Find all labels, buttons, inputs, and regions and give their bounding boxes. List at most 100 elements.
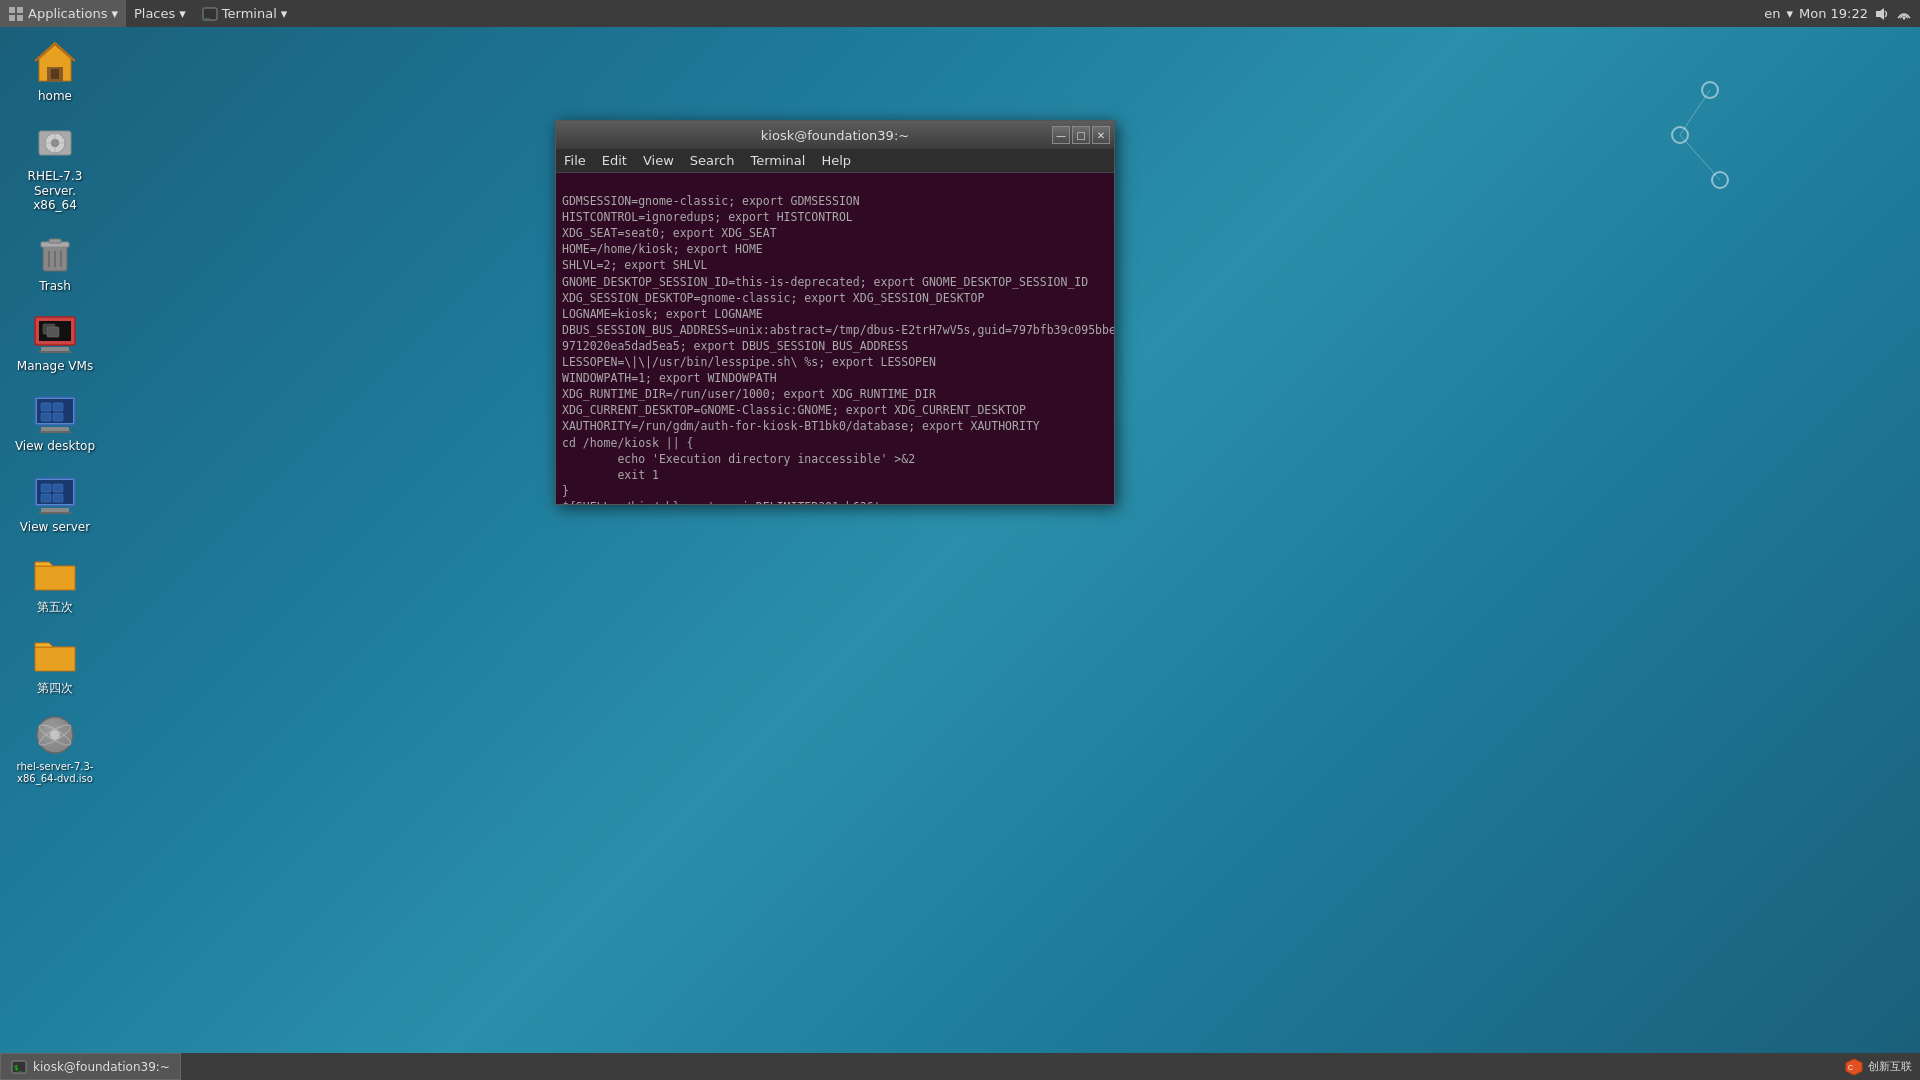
terminal-line-7: XDG_SESSION_DESKTOP=gnome-classic; expor… (562, 291, 984, 305)
svg-point-52 (37, 717, 73, 753)
svg-rect-39 (53, 413, 63, 421)
svg-text:C: C (1848, 1064, 1853, 1071)
fifth-folder-label: 第五次 (37, 600, 73, 614)
rhel-server-icon-label: RHEL-7.3 Server.x86_64 (14, 169, 96, 212)
network-icon[interactable] (1896, 6, 1912, 22)
svg-rect-46 (41, 494, 51, 502)
svg-rect-6 (17, 7, 23, 13)
terminal-line-4: HOME=/home/kiosk; export HOME (562, 242, 763, 256)
svg-rect-14 (51, 69, 59, 79)
rhel-iso-icon-label: rhel-server-7.3-x86_64-dvd.iso (17, 761, 94, 785)
svg-rect-28 (41, 347, 69, 351)
taskbar-terminal-item[interactable]: $_ kiosk@foundation39:~ (0, 1053, 181, 1080)
terminal-window: kiosk@foundation39:~ — □ ✕ File Edit Vie… (555, 120, 1115, 505)
taskbar-terminal-label: kiosk@foundation39:~ (33, 1060, 170, 1074)
applications-label: Applications (28, 6, 107, 21)
fourth-folder-label: 第四次 (37, 681, 73, 695)
svg-rect-5 (9, 7, 15, 13)
svg-rect-8 (17, 15, 23, 21)
svg-rect-38 (41, 413, 51, 421)
terminal-icon: _ (202, 6, 218, 22)
svg-rect-47 (53, 494, 63, 502)
terminal-window-title: kiosk@foundation39:~ (761, 128, 909, 143)
home-icon-img (31, 39, 79, 87)
desktop-icon-home[interactable]: home (10, 35, 100, 107)
close-button[interactable]: ✕ (1092, 126, 1110, 144)
terminal-line-19: } (562, 484, 569, 498)
brand-text: 创新互联 (1868, 1059, 1912, 1074)
svg-rect-22 (49, 239, 61, 243)
terminal-line-8: LOGNAME=kiosk; export LOGNAME (562, 307, 763, 321)
terminal-line-11: LESSOPEN=\|\|/usr/bin/lesspipe.sh\ %s; e… (562, 355, 936, 369)
desktop-icon-fourth[interactable]: 第四次 (10, 627, 100, 699)
terminal-line-12: WINDOWPATH=1; export WINDOWPATH (562, 371, 777, 385)
terminal-file-menu[interactable]: File (556, 149, 594, 172)
panel-right: en ▾ Mon 19:22 (1764, 6, 1920, 22)
view-desktop-icon-img (31, 389, 79, 437)
terminal-line-5: SHLVL=2; export SHLVL (562, 258, 707, 272)
desktop-icon-manage-vms[interactable]: Manage VMs (10, 305, 100, 377)
trash-icon-label: Trash (39, 279, 71, 293)
top-panel: Applications ▾ Places ▾ _ Terminal ▾ en … (0, 0, 1920, 27)
terminal-view-menu[interactable]: View (635, 149, 682, 172)
terminal-menubar: File Edit View Search Terminal Help (556, 149, 1114, 173)
taskbar: $_ kiosk@foundation39:~ C 创新互联 (0, 1053, 1920, 1080)
applications-menu[interactable]: Applications ▾ (0, 0, 126, 27)
terminal-output[interactable]: GDMSESSION=gnome-classic; export GDMSESS… (556, 173, 1114, 504)
terminal-line-1: GDMSESSION=gnome-classic; export GDMSESS… (562, 194, 860, 208)
svg-rect-7 (9, 15, 15, 21)
places-label: Places (134, 6, 175, 21)
desktop-icon-fifth[interactable]: 第五次 (10, 546, 100, 618)
taskbar-terminal-icon: $_ (11, 1059, 27, 1075)
brand-icon: C (1844, 1057, 1864, 1077)
svg-rect-29 (39, 351, 71, 353)
terminal-line-15: XAUTHORITY=/run/gdm/auth-for-kiosk-BT1bk… (562, 419, 1040, 433)
terminal-line-10: 9712020ea5dad5ea5; export DBUS_SESSION_B… (562, 339, 908, 353)
desktop-icon-rhel-iso[interactable]: rhel-server-7.3-x86_64-dvd.iso (10, 707, 100, 789)
language-indicator[interactable]: en (1764, 6, 1780, 21)
svg-rect-37 (53, 403, 63, 411)
fifth-folder-icon-img (31, 550, 79, 598)
terminal-line-2: HISTCONTROL=ignoredups; export HISTCONTR… (562, 210, 853, 224)
terminal-window-controls: — □ ✕ (1052, 126, 1110, 144)
manage-vms-icon-label: Manage VMs (17, 359, 93, 373)
view-server-icon-label: View server (20, 520, 90, 534)
svg-text:$_: $_ (14, 1064, 23, 1072)
terminal-line-16: cd /home/kiosk || { (562, 436, 694, 450)
terminal-help-menu[interactable]: Help (813, 149, 859, 172)
applications-arrow: ▾ (111, 6, 118, 21)
desktop-icons-area: home RHEL-7.3 Server.x86_64 (10, 35, 100, 789)
svg-text:_: _ (205, 10, 210, 19)
desktop-icon-view-server[interactable]: View server (10, 466, 100, 538)
trash-icon-img (31, 229, 79, 277)
brand-logo: C 创新互联 (1844, 1057, 1912, 1077)
terminal-line-14: XDG_CURRENT_DESKTOP=GNOME-Classic:GNOME;… (562, 403, 1026, 417)
terminal-arrow: ▾ (281, 6, 288, 21)
svg-rect-36 (41, 403, 51, 411)
terminal-line-6: GNOME_DESKTOP_SESSION_ID=this-is-depreca… (562, 275, 1088, 289)
maximize-button[interactable]: □ (1072, 126, 1090, 144)
svg-rect-44 (41, 484, 51, 492)
terminal-line-9: DBUS_SESSION_BUS_ADDRESS=unix:abstract=/… (562, 323, 1114, 337)
desktop-icon-view-desktop[interactable]: View desktop (10, 385, 100, 457)
terminal-search-menu[interactable]: Search (682, 149, 743, 172)
terminal-label: Terminal (222, 6, 277, 21)
terminal-edit-menu[interactable]: Edit (594, 149, 635, 172)
svg-rect-45 (53, 484, 63, 492)
terminal-terminal-menu[interactable]: Terminal (742, 149, 813, 172)
svg-rect-42 (41, 508, 69, 512)
clock: Mon 19:22 (1799, 6, 1868, 21)
svg-rect-35 (39, 431, 71, 433)
desktop-icon-trash[interactable]: Trash (10, 225, 100, 297)
terminal-line-3: XDG_SEAT=seat0; export XDG_SEAT (562, 226, 777, 240)
desktop-icon-rhel-server[interactable]: RHEL-7.3 Server.x86_64 (10, 115, 100, 216)
terminal-menu[interactable]: _ Terminal ▾ (194, 0, 295, 27)
places-menu[interactable]: Places ▾ (126, 0, 194, 27)
taskbar-right: C 创新互联 (1844, 1057, 1920, 1077)
rhel-server-icon-img (31, 119, 79, 167)
applications-icon (8, 6, 24, 22)
volume-icon[interactable] (1874, 6, 1890, 22)
lang-arrow: ▾ (1786, 6, 1793, 21)
fourth-folder-icon-img (31, 631, 79, 679)
minimize-button[interactable]: — (1052, 126, 1070, 144)
